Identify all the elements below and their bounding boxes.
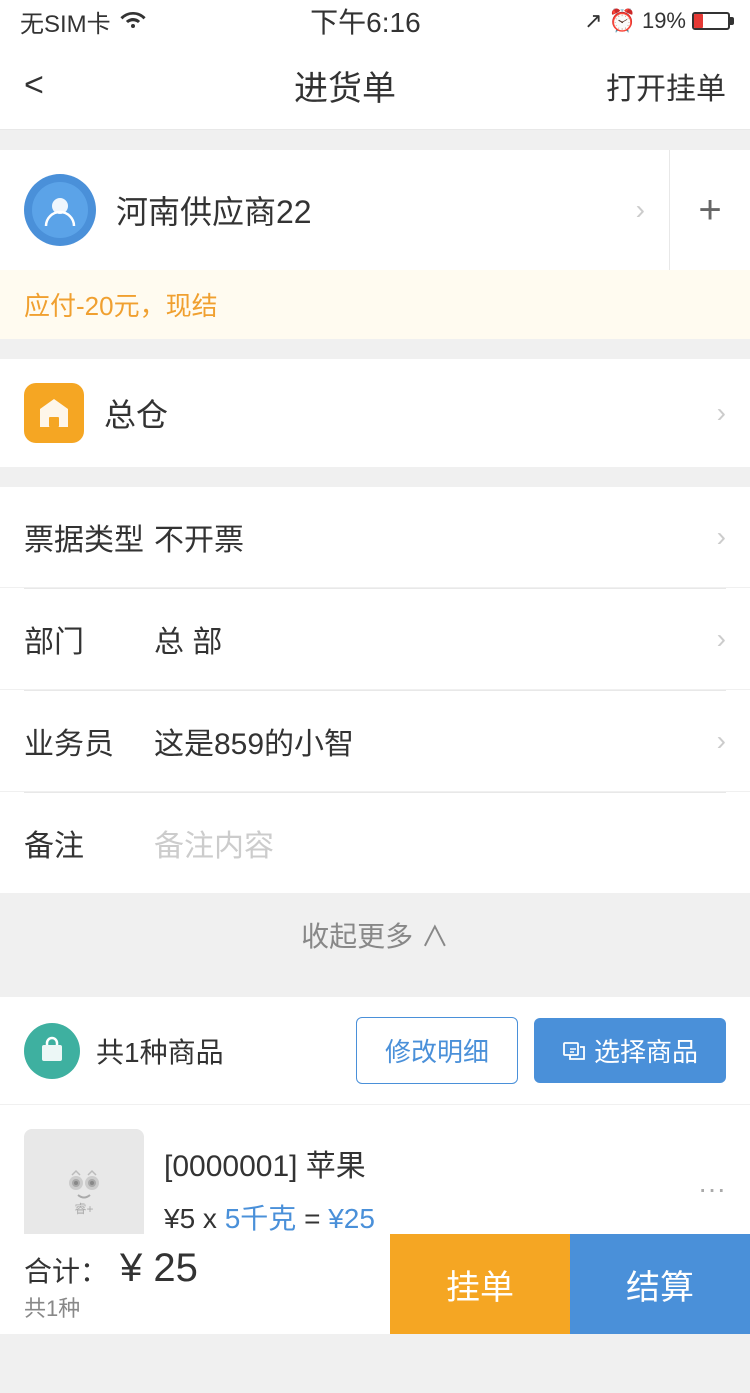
chevron-right-icon: › bbox=[717, 725, 726, 757]
select-product-label: 选择商品 bbox=[594, 1032, 698, 1069]
status-bar: 无SIM卡 下午6:16 ↗ ⏰ 19% bbox=[0, 0, 750, 42]
supplier-avatar bbox=[24, 174, 96, 246]
supplier-section: 河南供应商22 › + bbox=[0, 150, 750, 270]
status-indicators: ↗ ⏰ 19% bbox=[584, 8, 730, 34]
bottom-bar: 合计： ¥ 25 共1种 挂单 结算 bbox=[0, 1234, 750, 1334]
supplier-name: 河南供应商22 bbox=[116, 187, 616, 233]
product-code: [0000001] bbox=[164, 1150, 306, 1183]
carrier-text: 无SIM卡 bbox=[20, 4, 111, 39]
wifi-icon bbox=[119, 7, 147, 35]
product-details: [0000001] 苹果 ¥5 x 5千克 = ¥25 bbox=[164, 1141, 678, 1237]
total-amount: ¥ 25 bbox=[120, 1246, 198, 1291]
remark-row[interactable]: 备注 备注内容 bbox=[0, 793, 750, 893]
invoice-label: 票据类型 bbox=[24, 515, 154, 559]
products-count: 共1种商品 bbox=[96, 1031, 340, 1071]
gap-1 bbox=[0, 130, 750, 150]
salesperson-label: 业务员 bbox=[24, 719, 154, 763]
product-thumbnail: 睿+ bbox=[24, 1129, 144, 1249]
payment-notice: 应付-20元，现结 bbox=[0, 270, 750, 339]
alarm-icon: ⏰ bbox=[609, 8, 636, 34]
remark-input[interactable]: 备注内容 bbox=[154, 821, 274, 865]
invoice-type-row[interactable]: 票据类型 不开票 › bbox=[0, 487, 750, 588]
location-icon: ↗ bbox=[584, 8, 602, 34]
edit-details-button[interactable]: 修改明细 bbox=[356, 1017, 518, 1084]
department-label: 部门 bbox=[24, 617, 154, 661]
pending-button[interactable]: 挂单 bbox=[390, 1234, 570, 1334]
product-name: [0000001] 苹果 bbox=[164, 1141, 678, 1185]
chevron-right-icon: › bbox=[717, 623, 726, 655]
owl-icon: 睿+ bbox=[54, 1155, 114, 1224]
collapse-button[interactable]: 收起更多 ∧ bbox=[0, 893, 750, 977]
warehouse-icon bbox=[24, 383, 84, 443]
checkout-button[interactable]: 结算 bbox=[570, 1234, 750, 1334]
product-price-row: ¥5 x 5千克 = ¥25 bbox=[164, 1197, 678, 1237]
chevron-right-icon: › bbox=[636, 194, 645, 226]
total-text: 合计： bbox=[24, 1250, 108, 1290]
products-icon bbox=[24, 1023, 80, 1079]
total-sub: 共1种 bbox=[24, 1291, 366, 1323]
products-header: 共1种商品 修改明细 选择商品 bbox=[0, 997, 750, 1104]
product-more-button[interactable]: ··· bbox=[698, 1173, 726, 1205]
battery-icon bbox=[692, 12, 730, 30]
quantity: 5千克 bbox=[225, 1203, 297, 1234]
warehouse-name: 总仓 bbox=[104, 390, 697, 436]
gap-2 bbox=[0, 339, 750, 359]
status-carrier: 无SIM卡 bbox=[20, 4, 147, 39]
salesperson-row[interactable]: 业务员 这是859的小智 › bbox=[0, 691, 750, 792]
gap-4 bbox=[0, 977, 750, 997]
warehouse-section[interactable]: 总仓 › bbox=[0, 359, 750, 467]
total-section: 合计： ¥ 25 共1种 bbox=[0, 1246, 390, 1323]
total-label: 合计： ¥ 25 bbox=[24, 1246, 366, 1291]
nav-bar: < 进货单 打开挂单 bbox=[0, 42, 750, 130]
unit-price: ¥5 x bbox=[164, 1203, 225, 1234]
form-section: 票据类型 不开票 › 部门 总 部 › 业务员 这是859的小智 › 备注 备注… bbox=[0, 487, 750, 893]
status-time: 下午6:16 bbox=[310, 1, 421, 41]
salesperson-value: 这是859的小智 bbox=[154, 719, 717, 763]
open-pending-button[interactable]: 打开挂单 bbox=[606, 64, 726, 108]
department-row[interactable]: 部门 总 部 › bbox=[0, 589, 750, 690]
page-title: 进货单 bbox=[294, 61, 396, 110]
gap-3 bbox=[0, 467, 750, 487]
department-value: 总 部 bbox=[154, 617, 717, 661]
back-button[interactable]: < bbox=[24, 66, 84, 105]
svg-text:睿+: 睿+ bbox=[74, 1201, 93, 1215]
supplier-selector[interactable]: 河南供应商22 › bbox=[0, 150, 669, 270]
invoice-value: 不开票 bbox=[154, 515, 717, 559]
product-title: 苹果 bbox=[306, 1150, 366, 1183]
chevron-right-icon: › bbox=[717, 397, 726, 429]
battery-percent: 19% bbox=[642, 8, 686, 34]
total-price: ¥25 bbox=[328, 1203, 375, 1234]
select-product-button[interactable]: 选择商品 bbox=[534, 1018, 726, 1083]
add-supplier-button[interactable]: + bbox=[670, 150, 750, 270]
remark-label: 备注 bbox=[24, 821, 154, 865]
chevron-right-icon: › bbox=[717, 521, 726, 553]
avatar-icon bbox=[32, 182, 88, 238]
equals: = bbox=[304, 1203, 328, 1234]
